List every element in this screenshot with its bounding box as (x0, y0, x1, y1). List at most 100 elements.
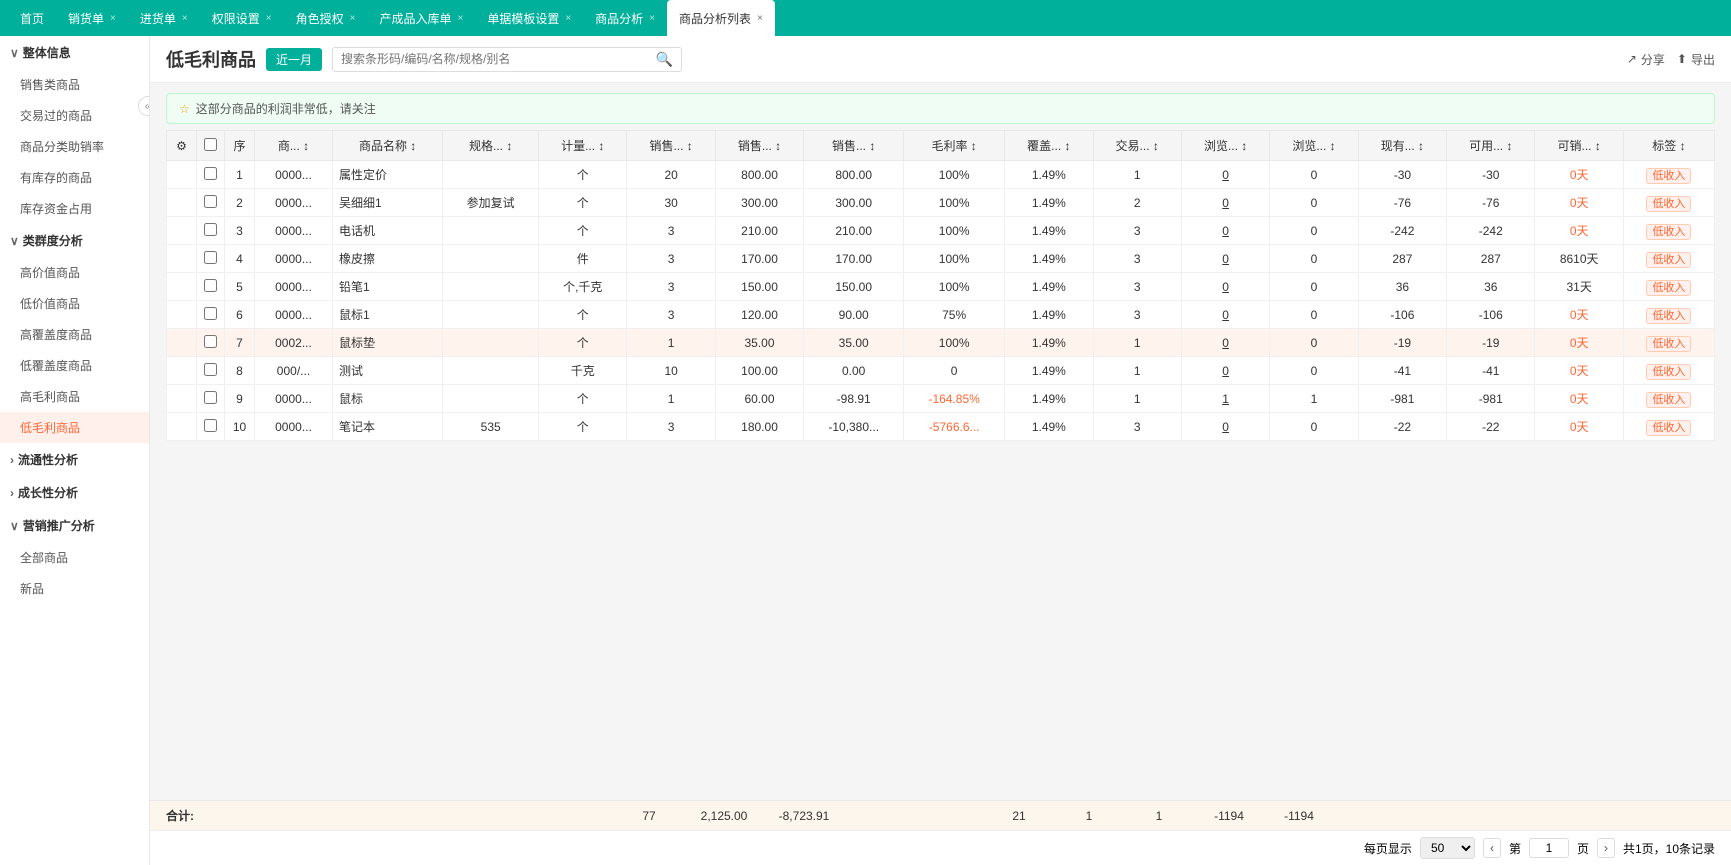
col-browse2[interactable]: 浏览... ↕ (1270, 131, 1358, 161)
nav-item-purchase[interactable]: 进货单 × (128, 0, 200, 36)
col-check-cell[interactable] (197, 189, 225, 217)
sidebar-item-stocked-goods[interactable]: 有库存的商品 (0, 162, 149, 193)
col-browse1-cell[interactable]: 1 (1181, 385, 1269, 413)
sidebar-item-high-value[interactable]: 高价值商品 (0, 257, 149, 288)
filter-button[interactable]: 近一月 (266, 48, 322, 71)
col-check-cell[interactable] (197, 301, 225, 329)
col-check-cell[interactable] (197, 357, 225, 385)
nav-item-template[interactable]: 单据模板设置 × (475, 0, 583, 36)
col-available-cell: 36 (1447, 273, 1535, 301)
sidebar-item-low-margin[interactable]: 低毛利商品 (0, 412, 149, 443)
row-checkbox[interactable] (204, 251, 217, 264)
row-checkbox[interactable] (204, 363, 217, 376)
col-name-cell: 测试 (332, 357, 442, 385)
col-settings[interactable]: ⚙ (167, 131, 197, 161)
col-checkbox-all[interactable] (197, 131, 225, 161)
col-browse1-cell[interactable]: 0 (1181, 301, 1269, 329)
col-name-cell: 鼠标垫 (332, 329, 442, 357)
col-gross-margin[interactable]: 毛利率 ↕ (904, 131, 1005, 161)
col-browse1-cell[interactable]: 0 (1181, 161, 1269, 189)
col-sales-amount[interactable]: 销售... ↕ (804, 131, 904, 161)
col-sales-qty-cell: 1 (627, 385, 715, 413)
col-check-cell[interactable] (197, 413, 225, 441)
sidebar-item-traded-goods[interactable]: 交易过的商品 (0, 100, 149, 131)
nav-item-product-in[interactable]: 产成品入库单 × (367, 0, 475, 36)
next-page-button[interactable]: › (1597, 838, 1615, 858)
sidebar-item-sales-goods[interactable]: 销售类商品 (0, 69, 149, 100)
export-button[interactable]: ⬆ 导出 (1677, 51, 1715, 68)
close-icon[interactable]: × (757, 13, 763, 24)
col-transaction[interactable]: 交易... ↕ (1093, 131, 1181, 161)
col-browse1-cell[interactable]: 0 (1181, 273, 1269, 301)
sidebar-group-marketing[interactable]: ∨ 营销推广分析 (0, 509, 149, 542)
nav-item-role[interactable]: 角色授权 × (284, 0, 368, 36)
col-settings-cell (167, 357, 197, 385)
col-current-stock[interactable]: 现有... ↕ (1358, 131, 1446, 161)
close-icon[interactable]: × (457, 13, 463, 24)
col-tag[interactable]: 标签 ↕ (1623, 131, 1714, 161)
sidebar-item-high-margin[interactable]: 高毛利商品 (0, 381, 149, 412)
page-size-select[interactable]: 50 100 200 (1420, 837, 1475, 859)
col-sales-price[interactable]: 销售... ↕ (715, 131, 803, 161)
sidebar-item-all-goods[interactable]: 全部商品 (0, 542, 149, 573)
sidebar-item-high-coverage[interactable]: 高覆盖度商品 (0, 319, 149, 350)
sidebar-group-cluster[interactable]: ∨ 类群度分析 (0, 224, 149, 257)
col-check-cell[interactable] (197, 161, 225, 189)
sidebar-item-low-value[interactable]: 低价值商品 (0, 288, 149, 319)
share-button[interactable]: ↗ 分享 (1627, 51, 1665, 68)
col-check-cell[interactable] (197, 385, 225, 413)
nav-item-home[interactable]: 首页 (8, 0, 56, 36)
col-check-cell[interactable] (197, 273, 225, 301)
col-browse1-cell[interactable]: 0 (1181, 245, 1269, 273)
row-checkbox[interactable] (204, 279, 217, 292)
col-name[interactable]: 商品名称 ↕ (332, 131, 442, 161)
nav-item-analysis[interactable]: 商品分析 × (583, 0, 667, 36)
nav-item-sales[interactable]: 销货单 × (56, 0, 128, 36)
col-unit[interactable]: 计量... ↕ (539, 131, 627, 161)
nav-item-permission[interactable]: 权限设置 × (200, 0, 284, 36)
row-checkbox[interactable] (204, 307, 217, 320)
close-icon[interactable]: × (649, 13, 655, 24)
sidebar-item-category-rate[interactable]: 商品分类助销率 (0, 131, 149, 162)
col-browse1-cell[interactable]: 0 (1181, 413, 1269, 441)
page-number-input[interactable] (1529, 838, 1569, 858)
row-checkbox[interactable] (204, 223, 217, 236)
col-available[interactable]: 可用... ↕ (1447, 131, 1535, 161)
row-checkbox[interactable] (204, 419, 217, 432)
close-icon[interactable]: × (266, 13, 272, 24)
col-code[interactable]: 商... ↕ (255, 131, 333, 161)
col-gross-margin-cell: -5766.6... (904, 413, 1005, 441)
col-browse1[interactable]: 浏览... ↕ (1181, 131, 1269, 161)
search-input[interactable] (341, 52, 656, 66)
sidebar-item-new-goods[interactable]: 新品 (0, 573, 149, 604)
col-browse1-cell[interactable]: 0 (1181, 357, 1269, 385)
col-browse1-cell[interactable]: 0 (1181, 189, 1269, 217)
close-icon[interactable]: × (182, 13, 188, 24)
sidebar-group-circulation[interactable]: › 流通性分析 (0, 443, 149, 476)
nav-item-analysis-list[interactable]: 商品分析列表 × (667, 0, 775, 36)
col-check-cell[interactable] (197, 329, 225, 357)
close-icon[interactable]: × (350, 13, 356, 24)
row-checkbox[interactable] (204, 167, 217, 180)
sidebar-group-growth[interactable]: › 成长性分析 (0, 476, 149, 509)
col-check-cell[interactable] (197, 245, 225, 273)
prev-page-button[interactable]: ‹ (1483, 838, 1501, 858)
col-coverage[interactable]: 覆盖... ↕ (1005, 131, 1093, 161)
row-checkbox[interactable] (204, 391, 217, 404)
row-checkbox[interactable] (204, 195, 217, 208)
col-browse1-cell[interactable]: 0 (1181, 217, 1269, 245)
col-saleable[interactable]: 可销... ↕ (1535, 131, 1623, 161)
col-sales-qty[interactable]: 销售... ↕ (627, 131, 715, 161)
table-wrapper[interactable]: ⚙ 序 商... ↕ 商品名称 ↕ 规格... ↕ 计量... ↕ 销售... … (166, 130, 1715, 800)
col-spec[interactable]: 规格... ↕ (443, 131, 539, 161)
sidebar-item-stock-capital[interactable]: 库存资金占用 (0, 193, 149, 224)
row-checkbox[interactable] (204, 335, 217, 348)
close-icon[interactable]: × (110, 13, 116, 24)
sidebar-group-overview[interactable]: ∨ 整体信息 (0, 36, 149, 69)
col-browse1-cell[interactable]: 0 (1181, 329, 1269, 357)
search-icon[interactable]: 🔍 (656, 51, 673, 68)
close-icon[interactable]: × (565, 13, 571, 24)
sidebar-item-low-coverage[interactable]: 低覆盖度商品 (0, 350, 149, 381)
check-all[interactable] (204, 138, 217, 151)
col-check-cell[interactable] (197, 217, 225, 245)
